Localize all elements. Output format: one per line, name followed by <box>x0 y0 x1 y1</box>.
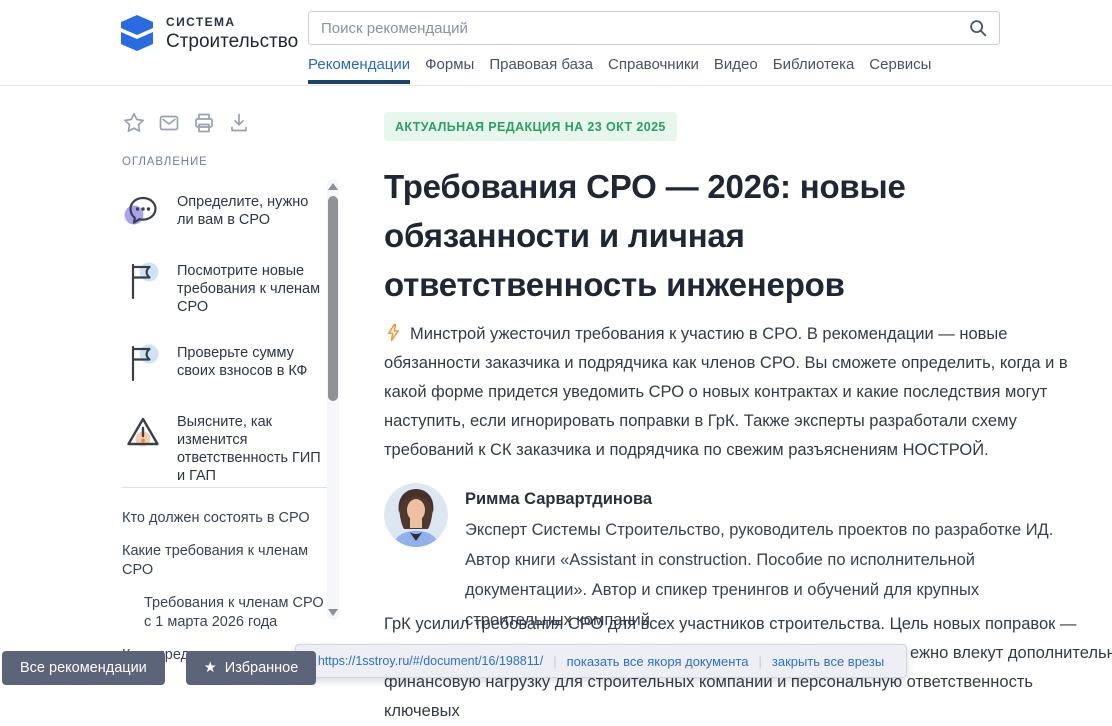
email-icon[interactable] <box>157 111 181 135</box>
sidebar-scrollbar[interactable] <box>327 179 339 620</box>
flag-icon <box>122 341 164 385</box>
nav-tab-forms[interactable]: Формы <box>425 56 474 84</box>
favorites-button-label: Избранное <box>224 660 299 676</box>
favorites-button[interactable]: ★ Избранное <box>185 651 317 685</box>
main-nav: Рекомендации Формы Правовая база Справоч… <box>308 56 931 84</box>
search-input[interactable] <box>309 19 957 37</box>
quick-link-label: Выясните, как изменится ответственность … <box>177 414 321 484</box>
body-line-3: финансовую нагрузку для строительных ком… <box>384 673 1033 720</box>
title-line: ответственность инженеров <box>384 266 845 303</box>
warning-icon <box>122 410 164 454</box>
document-link-popup: https://1sstroy.ru/#/document/16/198811/… <box>295 644 907 678</box>
flag-icon <box>122 259 164 303</box>
logo[interactable]: СИСТЕМА Строительство <box>118 13 298 55</box>
logo-line-2: Строительство <box>166 31 299 52</box>
title-line: Требования СРО — 2026: новые <box>384 168 906 205</box>
all-recommendations-button[interactable]: Все рекомендации <box>2 651 165 685</box>
body-line-1: ГрК усилил требования СРО для всех участ… <box>384 615 1077 633</box>
star-icon: ★ <box>203 660 217 676</box>
nav-tab-services[interactable]: Сервисы <box>869 56 931 84</box>
toc-link[interactable]: Требования к членам СРО с 1 марта 2026 г… <box>122 594 328 632</box>
nav-tab-video[interactable]: Видео <box>714 56 758 84</box>
popup-separator: | <box>553 653 557 669</box>
lightning-icon <box>384 323 403 342</box>
sidebar-divider <box>122 487 328 488</box>
nav-tab-directories[interactable]: Справочники <box>608 56 699 84</box>
scrollbar-thumb[interactable] <box>328 196 338 401</box>
document-actions <box>122 111 251 135</box>
toc-heading: ОГЛАВЛЕНИЕ <box>122 156 208 168</box>
floating-buttons: Все рекомендации ★ Избранное <box>2 651 317 685</box>
quick-link-label: Проверьте сумму своих взносов в КФ <box>177 345 308 379</box>
lead-paragraph: Минстрой ужесточил требования к участию … <box>384 320 1090 465</box>
page-title: Требования СРО — 2026: новые обязанности… <box>384 162 1090 309</box>
lead-text: Минстрой ужесточил требования к участию … <box>384 325 1068 459</box>
quick-link-label: Определите, нужно ли вам в СРО <box>177 194 309 228</box>
logo-text: СИСТЕМА Строительство <box>166 15 298 53</box>
status-badge: АКТУАЛЬНАЯ РЕДАКЦИЯ НА 23 ОКТ 2025 <box>384 112 677 141</box>
toc-link[interactable]: Кто должен состоять в СРО <box>122 509 328 528</box>
search-icon[interactable] <box>957 12 999 44</box>
article: АКТУАЛЬНАЯ РЕДАКЦИЯ НА 23 ОКТ 2025 Требо… <box>384 112 1112 720</box>
download-icon[interactable] <box>227 111 251 135</box>
search-bar <box>308 11 1000 45</box>
avatar <box>384 483 448 547</box>
print-icon[interactable] <box>192 111 216 135</box>
quick-link-new-requirements[interactable]: Посмотрите новые требования к членам СРО <box>122 259 328 316</box>
chat-icon <box>122 190 164 234</box>
quick-link-need-sro[interactable]: Определите, нужно ли вам в СРО <box>122 190 328 234</box>
show-anchors-link[interactable]: показать все якоря документа <box>567 654 749 669</box>
quick-link-label: Посмотрите новые требования к членам СРО <box>177 263 321 315</box>
nav-tab-library[interactable]: Библиотека <box>773 56 855 84</box>
nav-tab-legal-base[interactable]: Правовая база <box>489 56 593 84</box>
document-url-link[interactable]: https://1sstroy.ru/#/document/16/198811/ <box>318 654 543 668</box>
quick-link-responsibility[interactable]: Выясните, как изменится ответственность … <box>122 410 328 485</box>
header: СИСТЕМА Строительство Рекомендации Формы… <box>0 0 1112 86</box>
logo-icon <box>118 13 156 55</box>
close-insets-link[interactable]: закрыть все врезы <box>772 654 884 669</box>
quick-link-check-contributions[interactable]: Проверьте сумму своих взносов в КФ <box>122 341 328 385</box>
scroll-down-arrow-icon[interactable] <box>328 609 338 616</box>
scroll-up-arrow-icon[interactable] <box>328 183 338 190</box>
author-name: Римма Сарвартдинова <box>465 490 653 508</box>
quick-links: Определите, нужно ли вам в СРО Посмотрит… <box>122 190 328 510</box>
logo-line-1: СИСТЕМА <box>166 15 236 29</box>
toc-links: Кто должен состоять в СРО Какие требован… <box>122 495 328 665</box>
toc-link[interactable]: Какие требования к членам СРО <box>122 542 328 580</box>
favorite-star-icon[interactable] <box>122 111 146 135</box>
title-line: обязанности и личная <box>384 217 745 254</box>
popup-separator: | <box>758 653 762 669</box>
nav-tab-recommendations[interactable]: Рекомендации <box>308 56 411 84</box>
